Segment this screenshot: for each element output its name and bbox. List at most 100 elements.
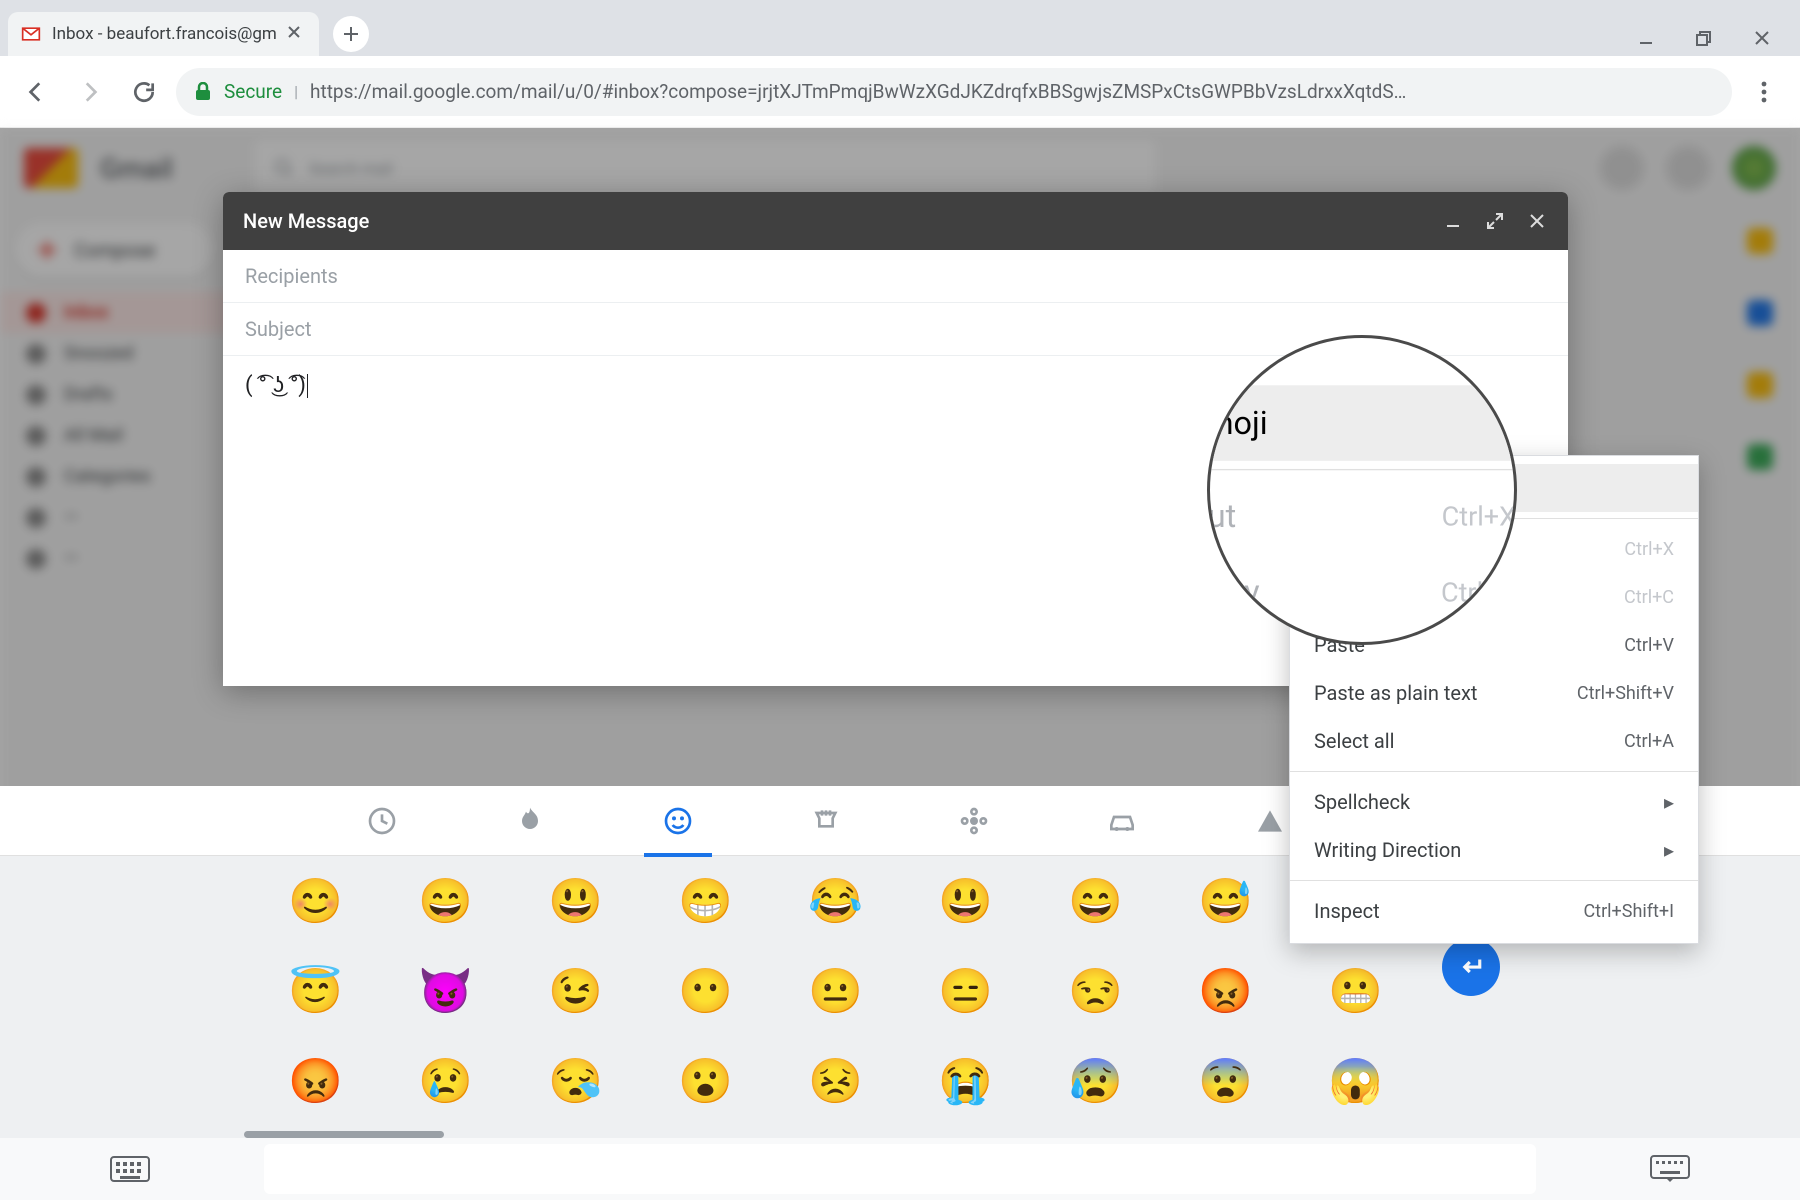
context-menu-item[interactable]: Emoji: [1207, 385, 1517, 461]
context-menu-shortcut: Ctrl+Shift+I: [1583, 901, 1674, 922]
emoji-bottom-bar: [0, 1138, 1800, 1200]
context-menu-shortcut: Ctrl+A: [1624, 731, 1674, 752]
emoji-cell[interactable]: 😐: [808, 964, 862, 1018]
emoji-tab-travel[interactable]: [1100, 799, 1144, 843]
url-text: https://mail.google.com/mail/u/0/#inbox?…: [310, 80, 1406, 103]
emoji-cell[interactable]: 😄: [418, 874, 472, 928]
enter-icon: [1456, 952, 1486, 982]
context-menu-item: Copy Ctrl+C: [1207, 554, 1517, 630]
secure-label: Secure: [224, 80, 282, 103]
context-menu-item-label: Select all: [1314, 729, 1395, 753]
compose-titlebar[interactable]: New Message: [223, 192, 1568, 250]
back-button[interactable]: [14, 70, 58, 114]
forward-button[interactable]: [68, 70, 112, 114]
emoji-cell[interactable]: 😅: [1198, 874, 1252, 928]
context-menu-item[interactable]: Paste as plain textCtrl+Shift+V: [1290, 669, 1698, 717]
context-menu-item[interactable]: Spellcheck▸: [1290, 778, 1698, 826]
emoji-cell[interactable]: 😡: [1198, 964, 1252, 1018]
emoji-cell[interactable]: 😁: [678, 874, 732, 928]
emoji-tab-nature[interactable]: [952, 799, 996, 843]
emoji-cell[interactable]: 😭: [938, 1054, 992, 1108]
emoji-cell[interactable]: 😰: [1068, 1054, 1122, 1108]
emoji-cell[interactable]: 😨: [1198, 1054, 1252, 1108]
context-menu-item[interactable]: Inspect Ctrl+Shift+I: [1290, 887, 1698, 935]
context-menu-shortcut: Ctrl+X: [1624, 539, 1674, 560]
compose-title: New Message: [243, 209, 369, 233]
context-menu-separator: [1207, 469, 1517, 470]
new-tab-button[interactable]: [333, 16, 369, 52]
emoji-cell[interactable]: 😶: [678, 964, 732, 1018]
compose-close-icon[interactable]: [1526, 210, 1548, 232]
context-menu-item-label: Cut: [1207, 497, 1236, 535]
emoji-cell[interactable]: 😪: [548, 1054, 602, 1108]
context-menu-shortcut: Ctrl+X: [1442, 500, 1516, 532]
emoji-tab-symbols[interactable]: [804, 799, 848, 843]
page-area: Gmail Search mail Compose Inbox Snoozed …: [0, 128, 1800, 1200]
emoji-cell[interactable]: 😄: [1068, 874, 1122, 928]
window-restore-icon[interactable]: [1692, 26, 1716, 50]
browser-tabstrip: Inbox - beaufort.francois@gm: [0, 0, 1800, 56]
browser-menu-button[interactable]: [1742, 80, 1786, 104]
context-menu-shortcut: Ctrl+V: [1624, 635, 1674, 656]
reload-button[interactable]: [122, 70, 166, 114]
context-menu-item-label: Spellcheck: [1314, 790, 1410, 814]
context-menu-item[interactable]: Select all Ctrl+A: [1290, 717, 1698, 765]
emoji-cell[interactable]: 😉: [548, 964, 602, 1018]
emoji-enter-button[interactable]: [1442, 938, 1500, 996]
emoji-cell[interactable]: 😱: [1328, 1054, 1382, 1108]
emoji-tab-recent[interactable]: [360, 799, 404, 843]
emoji-horizontal-scrollbar[interactable]: [244, 1131, 444, 1138]
emoji-tab-shapes[interactable]: [1248, 799, 1292, 843]
keyboard-layout-button[interactable]: [1540, 1138, 1800, 1200]
context-menu-shortcut: Ctrl+C: [1441, 576, 1516, 608]
context-menu-item: Cut Ctrl+X: [1207, 478, 1517, 554]
context-menu-item-label: Emoji: [1207, 404, 1268, 442]
emoji-cell[interactable]: 😒: [1068, 964, 1122, 1018]
context-menu-item-label: Writing Direction: [1314, 838, 1461, 862]
emoji-cell: [1458, 1054, 1512, 1108]
emoji-cell[interactable]: 😈: [418, 964, 472, 1018]
window-close-icon[interactable]: [1750, 26, 1774, 50]
submenu-arrow-icon: ▸: [1664, 838, 1674, 862]
emoji-tab-smileys[interactable]: [656, 799, 700, 843]
compose-fullscreen-icon[interactable]: [1484, 210, 1506, 232]
emoji-cell[interactable]: 😂: [808, 874, 862, 928]
emoji-tab-trending[interactable]: [508, 799, 552, 843]
window-minimize-icon[interactable]: [1634, 26, 1658, 50]
browser-toolbar: Secure | https://mail.google.com/mail/u/…: [0, 56, 1800, 128]
browser-tab[interactable]: Inbox - beaufort.francois@gm: [8, 12, 319, 56]
emoji-cell[interactable]: 😬: [1328, 964, 1382, 1018]
emoji-cell[interactable]: 😮: [678, 1054, 732, 1108]
context-menu-item-label: Inspect: [1314, 899, 1380, 923]
emoji-cell[interactable]: 😢: [418, 1054, 472, 1108]
emoji-cell[interactable]: 😣: [808, 1054, 862, 1108]
window-controls: [1634, 26, 1792, 56]
keyboard-alt-icon: [1650, 1155, 1690, 1183]
context-menu-separator: [1290, 771, 1698, 772]
context-menu-item-label: Paste as plain text: [1314, 681, 1477, 705]
gmail-favicon-icon: [20, 23, 42, 45]
emoji-cell[interactable]: 😃: [548, 874, 602, 928]
omnibox-separator: |: [294, 82, 298, 101]
emoji-cell[interactable]: 😇: [288, 964, 342, 1018]
emoji-cell[interactable]: 😃: [938, 874, 992, 928]
tab-close-icon[interactable]: [287, 25, 305, 43]
emoji-cell[interactable]: 😑: [938, 964, 992, 1018]
recipients-placeholder: Recipients: [245, 264, 338, 288]
keyboard-switch-button[interactable]: [0, 1138, 260, 1200]
subject-placeholder: Subject: [245, 317, 312, 341]
tab-title: Inbox - beaufort.francois@gm: [52, 24, 277, 44]
context-menu-separator: [1290, 880, 1698, 881]
compose-minimize-icon[interactable]: [1442, 210, 1464, 232]
compose-body-text: ( ͡° ͜ʖ ͡°): [245, 373, 308, 398]
emoji-cell[interactable]: 😡: [288, 1054, 342, 1108]
lock-icon: [194, 82, 212, 102]
recipients-field[interactable]: Recipients: [223, 250, 1568, 303]
context-menu-shortcut: Ctrl+C: [1624, 587, 1674, 608]
context-menu-item[interactable]: Writing Direction ▸: [1290, 826, 1698, 874]
keyboard-icon: [110, 1156, 150, 1182]
emoji-spacebar[interactable]: [264, 1144, 1536, 1194]
address-bar[interactable]: Secure | https://mail.google.com/mail/u/…: [176, 68, 1732, 116]
emoji-cell[interactable]: 😊: [288, 874, 342, 928]
context-menu-item-label: Copy: [1207, 573, 1260, 611]
